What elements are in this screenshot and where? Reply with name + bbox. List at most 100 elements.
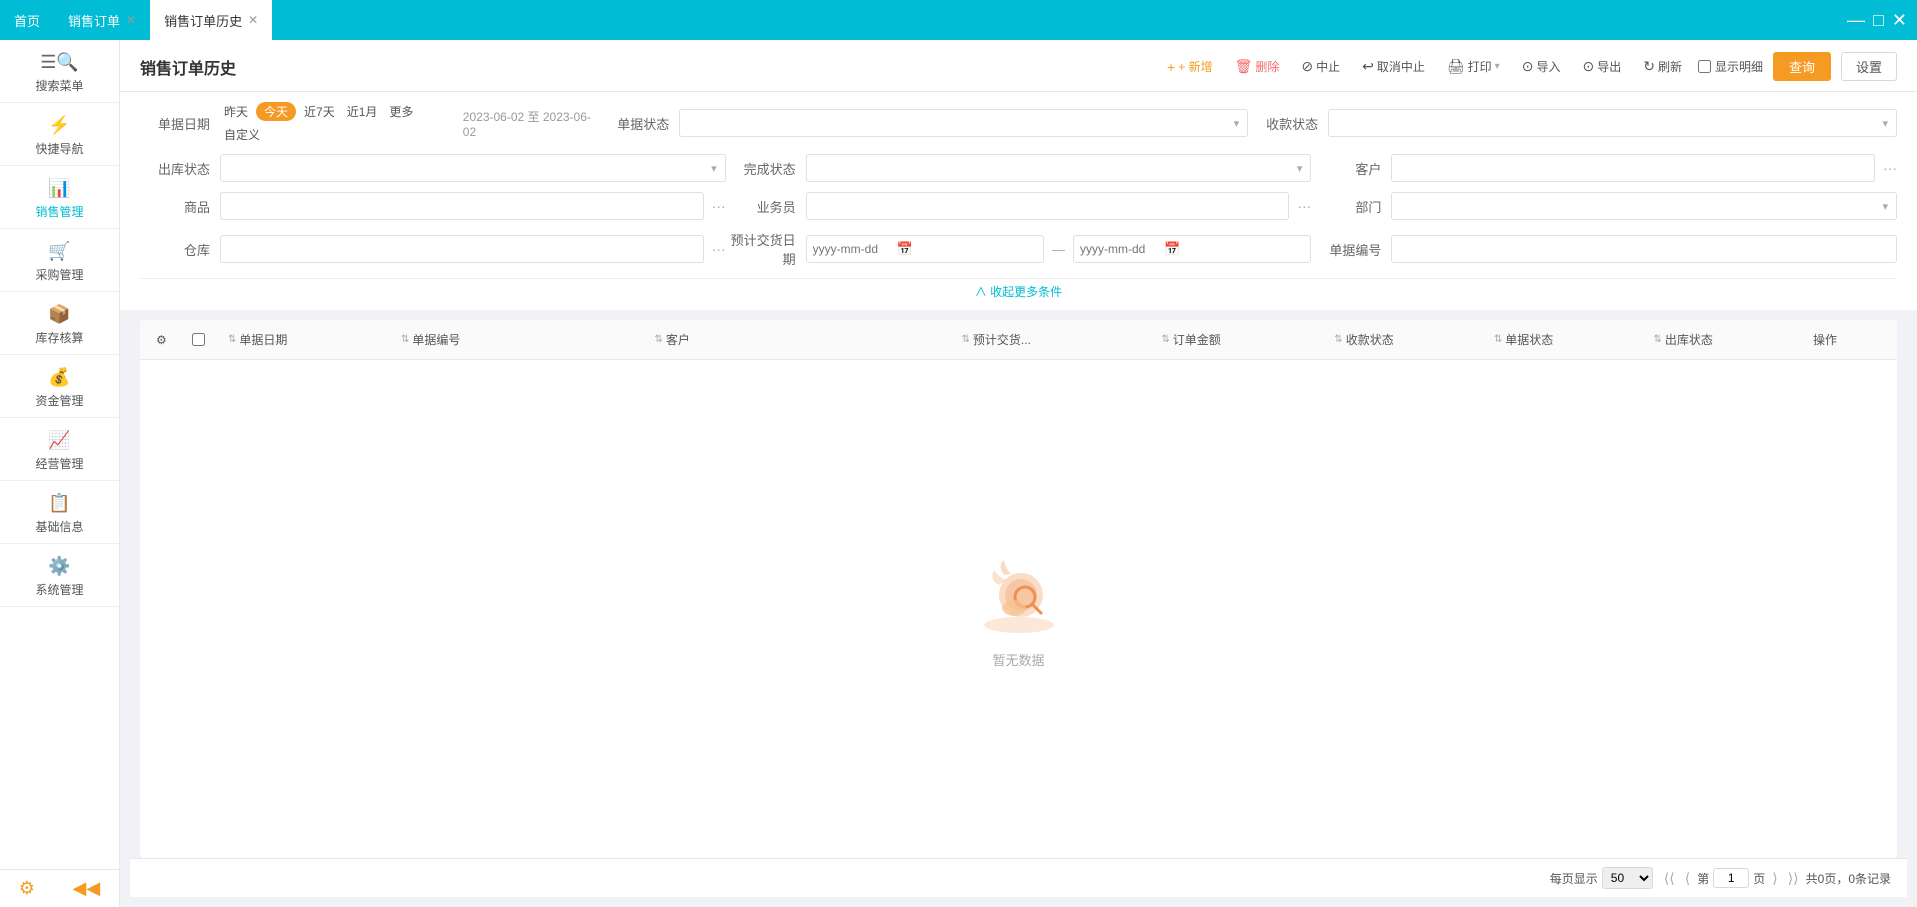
sidebar-item-purchase[interactable]: 🛒 采购管理 (0, 229, 119, 292)
th-op: 操作 (1807, 331, 1887, 348)
th-status[interactable]: ⇅ 单据状态 (1488, 331, 1648, 348)
display-detail-checkbox[interactable] (1698, 60, 1711, 73)
filter-row-status: 出库状态 ▾ 完成状态 ▾ 客户 ··· (140, 154, 1897, 182)
sidebar-item-search-menu[interactable]: ☰🔍 搜索菜单 (0, 40, 119, 103)
salesperson-input[interactable] (806, 192, 1290, 220)
export-label: 导出 (1597, 58, 1621, 75)
tab-sales-order-history-close[interactable]: ✕ (248, 13, 258, 27)
next-page-button[interactable]: ⟩ (1769, 870, 1780, 887)
th-payment[interactable]: ⇅ 收款状态 (1328, 331, 1488, 348)
minimize-button[interactable]: — (1847, 10, 1865, 31)
th-customer[interactable]: ⇅ 客户 (648, 331, 955, 348)
th-settings[interactable]: ⚙ (150, 333, 186, 347)
shortcut-today[interactable]: 今天 (256, 102, 296, 121)
filter-row-warehouse: 仓库 ··· 预计交货日期 📅 — 📅 单 (140, 230, 1897, 268)
refresh-label: 刷新 (1658, 58, 1682, 75)
shortcut-yesterday[interactable]: 昨天 (220, 102, 252, 121)
sidebar-item-finance-label: 资金管理 (35, 392, 83, 409)
salesperson-more-icon[interactable]: ··· (1297, 198, 1311, 214)
order-no-input[interactable] (1391, 235, 1897, 263)
empty-state: 暂无数据 (969, 550, 1069, 669)
complete-status-select[interactable]: ▾ (806, 154, 1312, 182)
date-range-text: 2023-06-02 至 2023-06-02 (463, 108, 599, 139)
page-label: 第 (1697, 870, 1709, 887)
per-page-select: 每页显示 50 10 20 100 (1550, 867, 1653, 889)
order-status-select[interactable]: ▾ (679, 109, 1248, 137)
select-all-checkbox[interactable] (192, 333, 205, 346)
sidebar-bottom: ⚙ ◀◀ (0, 869, 119, 907)
sidebar-item-finance[interactable]: 💰 资金管理 (0, 355, 119, 418)
import-button[interactable]: ⊙ 导入 (1516, 55, 1567, 78)
th-out[interactable]: ⇅ 出库状态 (1647, 331, 1807, 348)
tab-sales-order[interactable]: 销售订单 ✕ (54, 0, 150, 40)
print-button[interactable]: 🖨 打印 ▾ (1441, 55, 1506, 78)
th-delivery[interactable]: ⇅ 预计交货... (956, 331, 1156, 348)
date-label: 单据日期 (140, 114, 220, 133)
delivery-date-end[interactable]: 📅 (1073, 235, 1311, 263)
warehouse-input[interactable] (220, 235, 704, 263)
shortcut-1month[interactable]: 近1月 (343, 102, 382, 121)
sidebar-item-sales-label: 销售管理 (35, 203, 83, 220)
maximize-button[interactable]: □ (1873, 10, 1884, 31)
new-button[interactable]: + + 新增 (1161, 55, 1219, 78)
cancel-stop-button[interactable]: ↩ 取消中止 (1356, 55, 1431, 78)
last-page-button[interactable]: ⟩⟩ (1785, 870, 1802, 887)
sidebar-item-quick-nav[interactable]: ⚡ 快捷导航 (0, 103, 119, 166)
customer-input[interactable] (1391, 154, 1875, 182)
query-button[interactable]: 查询 (1773, 52, 1831, 81)
warehouse-more-icon[interactable]: ··· (712, 241, 726, 257)
import-icon: ⊙ (1522, 58, 1534, 75)
sidebar-item-system[interactable]: ⚙️ 系统管理 (0, 544, 119, 607)
goods-more-icon[interactable]: ··· (712, 198, 726, 214)
prev-page-button[interactable]: ⟨ (1682, 870, 1693, 887)
customer-more-icon[interactable]: ··· (1883, 160, 1897, 176)
empty-illustration (969, 550, 1069, 640)
close-button[interactable]: ✕ (1892, 10, 1907, 31)
goods-input[interactable] (220, 192, 704, 220)
sidebar-collapse-icon[interactable]: ◀◀ (73, 878, 101, 899)
payment-status-select[interactable]: ▾ (1328, 109, 1897, 137)
page-number-input[interactable] (1713, 868, 1749, 888)
th-op-label: 操作 (1813, 331, 1837, 348)
complete-status-select-wrap: ▾ (806, 154, 1312, 182)
table-body: 暂无数据 (140, 360, 1897, 858)
shortcut-more[interactable]: 更多 (385, 102, 417, 121)
sidebar-item-operations[interactable]: 📈 经营管理 (0, 418, 119, 481)
stop-button[interactable]: ⊘ 中止 (1295, 55, 1346, 78)
th-no[interactable]: ⇅ 单据编号 (395, 331, 648, 348)
th-amount[interactable]: ⇅ 订单金额 (1155, 331, 1328, 348)
shortcut-7days[interactable]: 近7天 (300, 102, 339, 121)
delete-button[interactable]: 🗑 删除 (1229, 55, 1286, 78)
inventory-icon: 📦 (48, 304, 70, 325)
delivery-date-start-input[interactable] (813, 242, 893, 256)
sidebar-settings-icon[interactable]: ⚙ (19, 878, 35, 899)
settings-button[interactable]: 设置 (1841, 52, 1897, 81)
per-page-dropdown[interactable]: 50 10 20 100 (1602, 867, 1653, 889)
delivery-date-start[interactable]: 📅 (806, 235, 1044, 263)
sidebar-item-inventory[interactable]: 📦 库存核算 (0, 292, 119, 355)
out-status-select[interactable]: ▾ (220, 154, 726, 182)
tab-sales-order-history[interactable]: 销售订单历史 ✕ (150, 0, 272, 40)
collapse-bar[interactable]: ∧ 收起更多条件 (140, 278, 1897, 304)
per-page-label: 每页显示 (1550, 870, 1598, 887)
department-select[interactable]: ▾ (1391, 192, 1897, 220)
shortcut-custom[interactable]: 自定义 (220, 125, 264, 144)
th-check[interactable] (186, 333, 222, 346)
sidebar-item-system-label: 系统管理 (35, 581, 83, 598)
operations-icon: 📈 (48, 430, 70, 451)
sidebar-item-sales[interactable]: 📊 销售管理 (0, 166, 119, 229)
system-icon: ⚙️ (48, 556, 70, 577)
th-status-label: 单据状态 (1505, 331, 1553, 348)
th-date[interactable]: ⇅ 单据日期 (222, 331, 395, 348)
sidebar-item-basic[interactable]: 📋 基础信息 (0, 481, 119, 544)
export-button[interactable]: ⊙ 导出 (1576, 55, 1627, 78)
settings-col-icon: ⚙ (156, 333, 167, 347)
tab-home[interactable]: 首页 (0, 0, 54, 40)
tab-sales-order-close[interactable]: ✕ (126, 13, 136, 27)
refresh-button[interactable]: ↻ 刷新 (1637, 55, 1688, 78)
display-detail-checkbox-label[interactable]: 显示明细 (1698, 58, 1763, 75)
delivery-date-end-input[interactable] (1080, 242, 1160, 256)
data-table: ⚙ ⇅ 单据日期 ⇅ 单据编号 ⇅ 客户 (140, 320, 1897, 858)
order-status-label: 单据状态 (599, 114, 679, 133)
first-page-button[interactable]: ⟨⟨ (1661, 870, 1678, 887)
